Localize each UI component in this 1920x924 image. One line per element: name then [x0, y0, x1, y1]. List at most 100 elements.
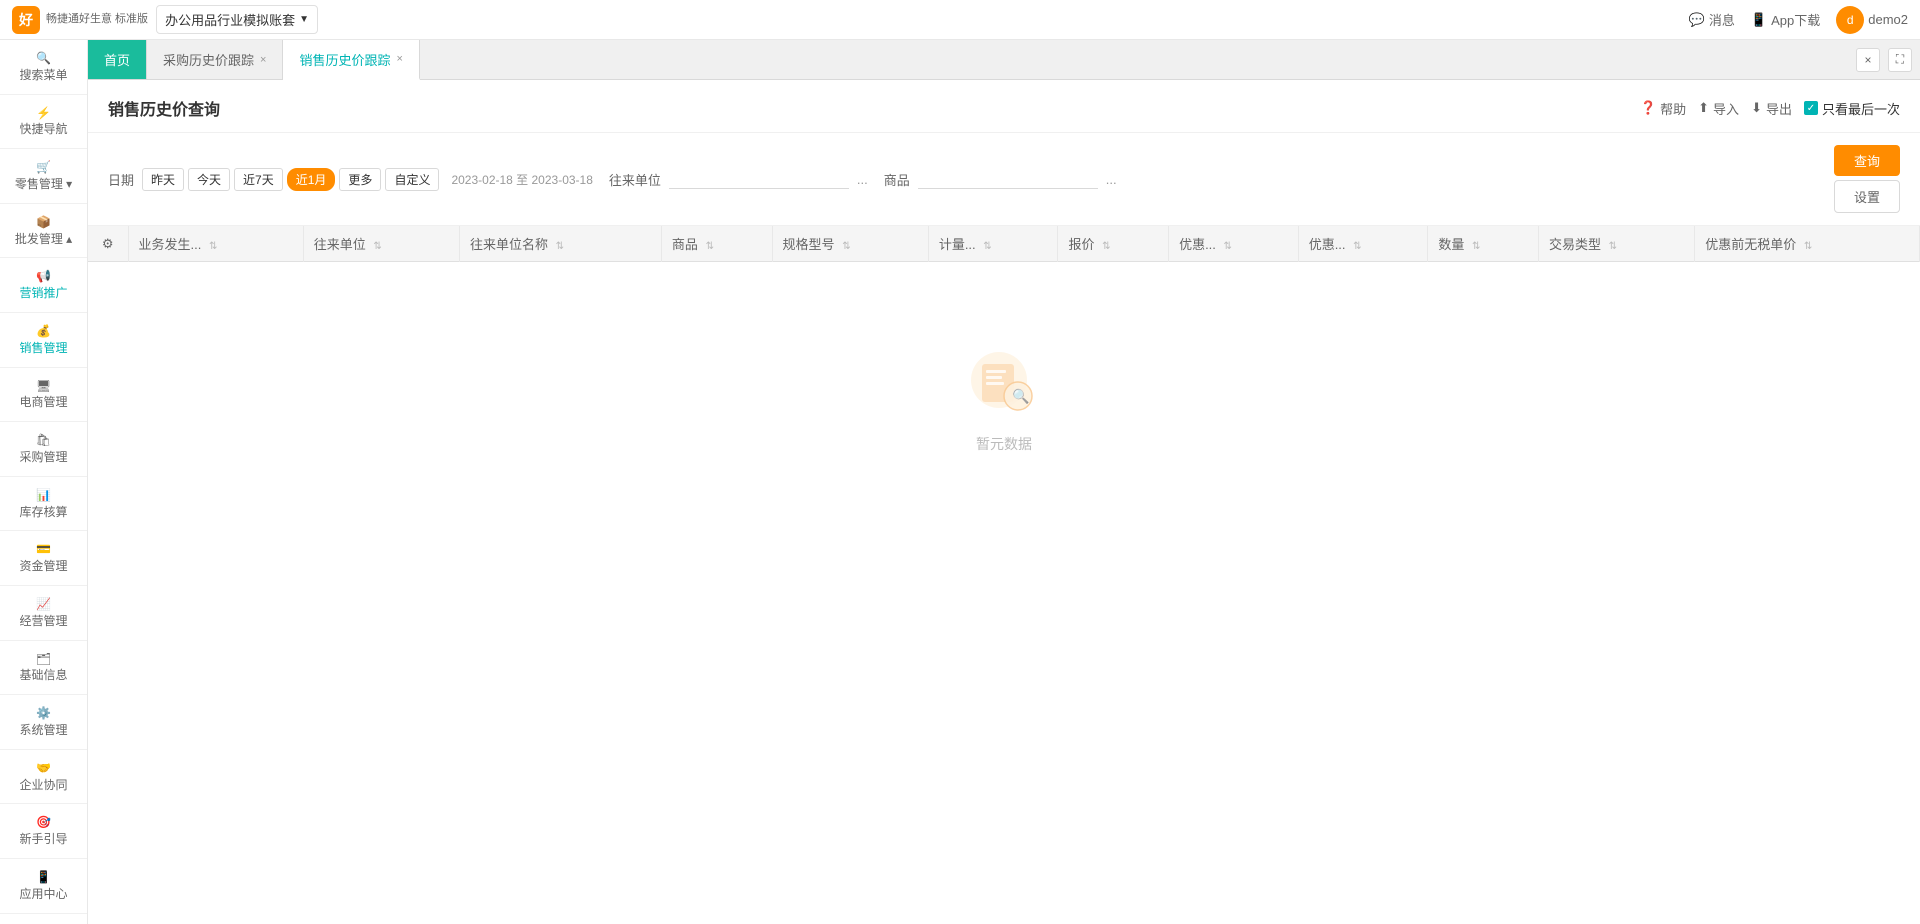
page-header: 销售历史价查询 ❓ 帮助 ⬆ 导入 ⬇ 导出 ✓ [88, 80, 1920, 133]
sidebar: 🔍 搜索菜单 ⚡ 快捷导航 🛒 零售管理 ▾ 📦 批发管理 ▴ 📢 营销推广 💰… [0, 40, 88, 924]
sort-discount1-icon: ⇅ [1224, 241, 1232, 252]
system-icon: ⚙️ [36, 705, 51, 722]
date-btn-custom[interactable]: 自定义 [385, 168, 439, 191]
sidebar-label-inventory: 库存核算 [19, 504, 67, 521]
content-area: 首页 采购历史价跟踪 × 销售历史价跟踪 × × ⛶ 销售历史价查询 [88, 40, 1920, 924]
only-last-checkbox[interactable]: ✓ 只看最后一次 [1804, 99, 1900, 118]
product-input[interactable] [918, 169, 1098, 189]
col-discount1-label: 优惠... [1179, 237, 1216, 252]
date-btn-more[interactable]: 更多 [339, 168, 381, 191]
username-label: demo2 [1868, 12, 1908, 27]
column-spec[interactable]: 规格型号 ⇅ [772, 226, 928, 262]
sidebar-item-wholesale[interactable]: 📦 批发管理 ▴ [0, 204, 87, 259]
sidebar-item-system[interactable]: ⚙️ 系统管理 [0, 695, 87, 750]
import-label: 导入 [1713, 99, 1739, 118]
import-button[interactable]: ⬆ 导入 [1698, 99, 1739, 118]
column-customer-code[interactable]: 往来单位 ⇅ [303, 226, 459, 262]
logo-area: 好 畅捷通好生意 标准版 [12, 6, 148, 34]
column-price[interactable]: 报价 ⇅ [1058, 226, 1169, 262]
product-dots-button[interactable]: ... [1106, 172, 1117, 187]
column-tax-free-price[interactable]: 优惠前无税单价 ⇅ [1695, 226, 1920, 262]
col-product-label: 商品 [672, 237, 698, 252]
help-label: 帮助 [1660, 99, 1686, 118]
import-icon: ⬆ [1698, 100, 1709, 116]
sidebar-item-retail[interactable]: 🛒 零售管理 ▾ [0, 149, 87, 204]
date-btn-yesterday[interactable]: 昨天 [142, 168, 184, 191]
col-qty-label: 数量 [1438, 237, 1464, 252]
sidebar-label-sales: 销售管理 [19, 340, 67, 357]
sidebar-item-inventory[interactable]: 📊 库存核算 [0, 477, 87, 532]
avatar: d [1836, 6, 1864, 34]
tab-close-all-button[interactable]: × [1856, 48, 1880, 72]
sidebar-item-purchase[interactable]: 🛍 采购管理 [0, 422, 87, 477]
sidebar-item-guide[interactable]: 🎯 新手引导 [0, 804, 87, 859]
tab-bar: 首页 采购历史价跟踪 × 销售历史价跟踪 × × ⛶ [88, 40, 1920, 80]
tab-home[interactable]: 首页 [88, 40, 147, 79]
search-icon: 🔍 [36, 50, 51, 67]
product-filter-group: 商品 ... [884, 169, 1117, 189]
filter-bar: 日期 昨天 今天 近7天 近1月 更多 自定义 2023-02-18 至 202… [88, 133, 1920, 226]
export-button[interactable]: ⬇ 导出 [1751, 99, 1792, 118]
sidebar-item-marketing[interactable]: 📢 营销推广 [0, 258, 87, 313]
sidebar-item-finance[interactable]: 💳 资金管理 [0, 531, 87, 586]
table-header-row: ⚙ 业务发生... ⇅ 往来单位 ⇅ 往来单位名称 [88, 226, 1920, 262]
app-selector-text: 办公用品行业模拟账套 [165, 10, 295, 29]
sort-price-icon: ⇅ [1102, 241, 1110, 252]
tab-close-purchase[interactable]: × [260, 54, 266, 66]
column-trade-type[interactable]: 交易类型 ⇅ [1538, 226, 1694, 262]
operations-icon: 📈 [36, 596, 51, 613]
tab-purchase-history[interactable]: 采购历史价跟踪 × [147, 40, 283, 79]
page-content: 销售历史价查询 ❓ 帮助 ⬆ 导入 ⬇ 导出 ✓ [88, 80, 1920, 924]
basic-info-icon: 🗂 [36, 651, 51, 668]
column-settings[interactable]: ⚙ [88, 226, 128, 262]
column-customer-name[interactable]: 往来单位名称 ⇅ [460, 226, 662, 262]
message-button[interactable]: 💬 消息 [1689, 10, 1735, 29]
column-discount1[interactable]: 优惠... ⇅ [1169, 226, 1299, 262]
sidebar-item-search[interactable]: 🔍 搜索菜单 [0, 40, 87, 95]
settings-button[interactable]: 设置 [1834, 180, 1900, 213]
apps-icon: 📱 [36, 869, 51, 886]
chevron-down-icon: ▼ [299, 14, 309, 25]
query-button[interactable]: 查询 [1834, 145, 1900, 176]
purchase-icon: 🛍 [36, 432, 51, 449]
sidebar-item-apps[interactable]: 📱 应用中心 [0, 859, 87, 914]
col-trade-type-label: 交易类型 [1549, 237, 1601, 252]
col-price-label: 报价 [1068, 237, 1094, 252]
tab-sales-history[interactable]: 销售历史价跟踪 × [283, 40, 419, 80]
customer-dots-button[interactable]: ... [857, 172, 868, 187]
column-unit[interactable]: 计量... ⇅ [928, 226, 1058, 262]
empty-state: 🔍 暂元数据 [88, 262, 1920, 534]
sort-unit-icon: ⇅ [983, 241, 991, 252]
sidebar-item-operations[interactable]: 📈 经营管理 [0, 586, 87, 641]
user-profile[interactable]: d demo2 [1836, 6, 1908, 34]
sidebar-item-enterprise[interactable]: 🤝 企业协同 [0, 750, 87, 805]
home-tab-label: 首页 [104, 50, 130, 69]
sidebar-item-quicknav[interactable]: ⚡ 快捷导航 [0, 95, 87, 150]
empty-illustration: 🔍 [964, 342, 1044, 422]
tab-maximize-button[interactable]: ⛶ [1888, 48, 1912, 72]
sidebar-item-ecommerce[interactable]: 🖥 电商管理 [0, 368, 87, 423]
column-quantity[interactable]: 数量 ⇅ [1428, 226, 1539, 262]
sidebar-item-wechat[interactable]: 💬 企业微信 [0, 914, 87, 924]
customer-input[interactable] [669, 169, 849, 189]
sort-cust-name-icon: ⇅ [556, 241, 564, 252]
date-btn-today[interactable]: 今天 [188, 168, 230, 191]
svg-text:🔍: 🔍 [1012, 387, 1029, 405]
column-date[interactable]: 业务发生... ⇅ [128, 226, 303, 262]
column-discount2[interactable]: 优惠... ⇅ [1298, 226, 1428, 262]
tab-close-sales[interactable]: × [396, 53, 402, 65]
date-btn-1month[interactable]: 近1月 [287, 168, 336, 191]
date-btn-7days[interactable]: 近7天 [234, 168, 283, 191]
page-header-actions: ❓ 帮助 ⬆ 导入 ⬇ 导出 ✓ 只看最后一次 [1640, 99, 1900, 118]
sidebar-label-apps: 应用中心 [19, 886, 67, 903]
message-label: 消息 [1709, 10, 1735, 29]
help-button[interactable]: ❓ 帮助 [1640, 99, 1686, 118]
sidebar-item-sales[interactable]: 💰 销售管理 [0, 313, 87, 368]
column-product[interactable]: 商品 ⇅ [661, 226, 772, 262]
sort-tax-free-icon: ⇅ [1804, 241, 1812, 252]
sort-date-icon: ⇅ [209, 241, 217, 252]
sidebar-item-basic-info[interactable]: 🗂 基础信息 [0, 641, 87, 696]
sidebar-label-wholesale: 批发管理 ▴ [15, 231, 72, 248]
app-selector[interactable]: 办公用品行业模拟账套 ▼ [156, 5, 318, 34]
app-download-button[interactable]: 📱 App下载 [1751, 10, 1820, 29]
